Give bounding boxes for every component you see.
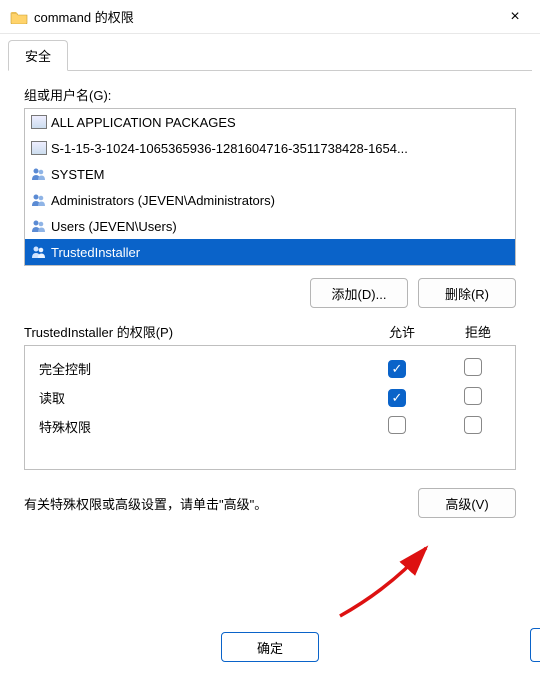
users-icon — [31, 167, 47, 181]
list-item[interactable]: Users (JEVEN\Users) — [25, 213, 515, 239]
deny-checkbox[interactable] — [464, 416, 482, 434]
advanced-button[interactable]: 高级(V) — [418, 488, 516, 518]
ok-button[interactable]: 确定 — [221, 632, 319, 662]
list-item-label: Users (JEVEN\Users) — [51, 219, 177, 234]
permissions-header: TrustedInstaller 的权限(P) 允许 拒绝 — [24, 322, 516, 341]
permission-label: 完全控制 — [39, 359, 359, 378]
list-item[interactable]: ALL APPLICATION PACKAGES — [25, 109, 515, 135]
package-icon — [31, 141, 47, 155]
deny-checkbox[interactable] — [464, 358, 482, 376]
allow-checkbox[interactable] — [388, 416, 406, 434]
list-item-label: TrustedInstaller — [51, 245, 140, 260]
close-icon: × — [510, 8, 519, 26]
permission-label: 特殊权限 — [39, 417, 359, 436]
dialog-footer: 确定 — [0, 626, 540, 668]
add-button[interactable]: 添加(D)... — [310, 278, 408, 308]
titlebar: command 的权限 × — [0, 0, 540, 34]
permission-row: 特殊权限 — [25, 412, 515, 441]
window-title: command 的权限 — [34, 7, 500, 26]
permissions-title: TrustedInstaller 的权限(P) — [24, 322, 364, 341]
advanced-hint: 有关特殊权限或高级设置，请单击"高级"。 — [24, 494, 410, 513]
list-item-label: SYSTEM — [51, 167, 104, 182]
users-icon — [31, 245, 47, 259]
tab-strip: 安全 — [8, 40, 532, 71]
annotation-arrow-icon — [330, 538, 450, 618]
groups-label: 组或用户名(G): — [24, 85, 516, 104]
list-item-label: Administrators (JEVEN\Administrators) — [51, 193, 275, 208]
permission-row: 读取 — [25, 383, 515, 412]
deny-column-header: 拒绝 — [440, 322, 516, 341]
allow-checkbox[interactable] — [388, 360, 406, 378]
permission-row: 完全控制 — [25, 354, 515, 383]
list-item[interactable]: TrustedInstaller — [25, 239, 515, 265]
list-item-label: S-1-15-3-1024-1065365936-1281604716-3511… — [51, 141, 408, 156]
permissions-box: 完全控制读取特殊权限 — [24, 345, 516, 470]
folder-icon — [10, 10, 28, 24]
package-icon — [31, 115, 47, 129]
groups-listbox[interactable]: ALL APPLICATION PACKAGES S-1-15-3-1024-10… — [24, 108, 516, 266]
users-icon — [31, 219, 47, 233]
close-button[interactable]: × — [500, 2, 530, 32]
users-icon — [31, 193, 47, 207]
tab-security[interactable]: 安全 — [8, 40, 68, 71]
list-item-label: ALL APPLICATION PACKAGES — [51, 115, 236, 130]
permission-label: 读取 — [39, 388, 359, 407]
remove-button[interactable]: 删除(R) — [418, 278, 516, 308]
allow-column-header: 允许 — [364, 322, 440, 341]
partial-button[interactable] — [530, 628, 540, 662]
deny-checkbox[interactable] — [464, 387, 482, 405]
allow-checkbox[interactable] — [388, 389, 406, 407]
tab-panel: 组或用户名(G): ALL APPLICATION PACKAGES S-1-15… — [8, 70, 532, 526]
list-item[interactable]: Administrators (JEVEN\Administrators) — [25, 187, 515, 213]
list-item[interactable]: SYSTEM — [25, 161, 515, 187]
list-item[interactable]: S-1-15-3-1024-1065365936-1281604716-3511… — [25, 135, 515, 161]
